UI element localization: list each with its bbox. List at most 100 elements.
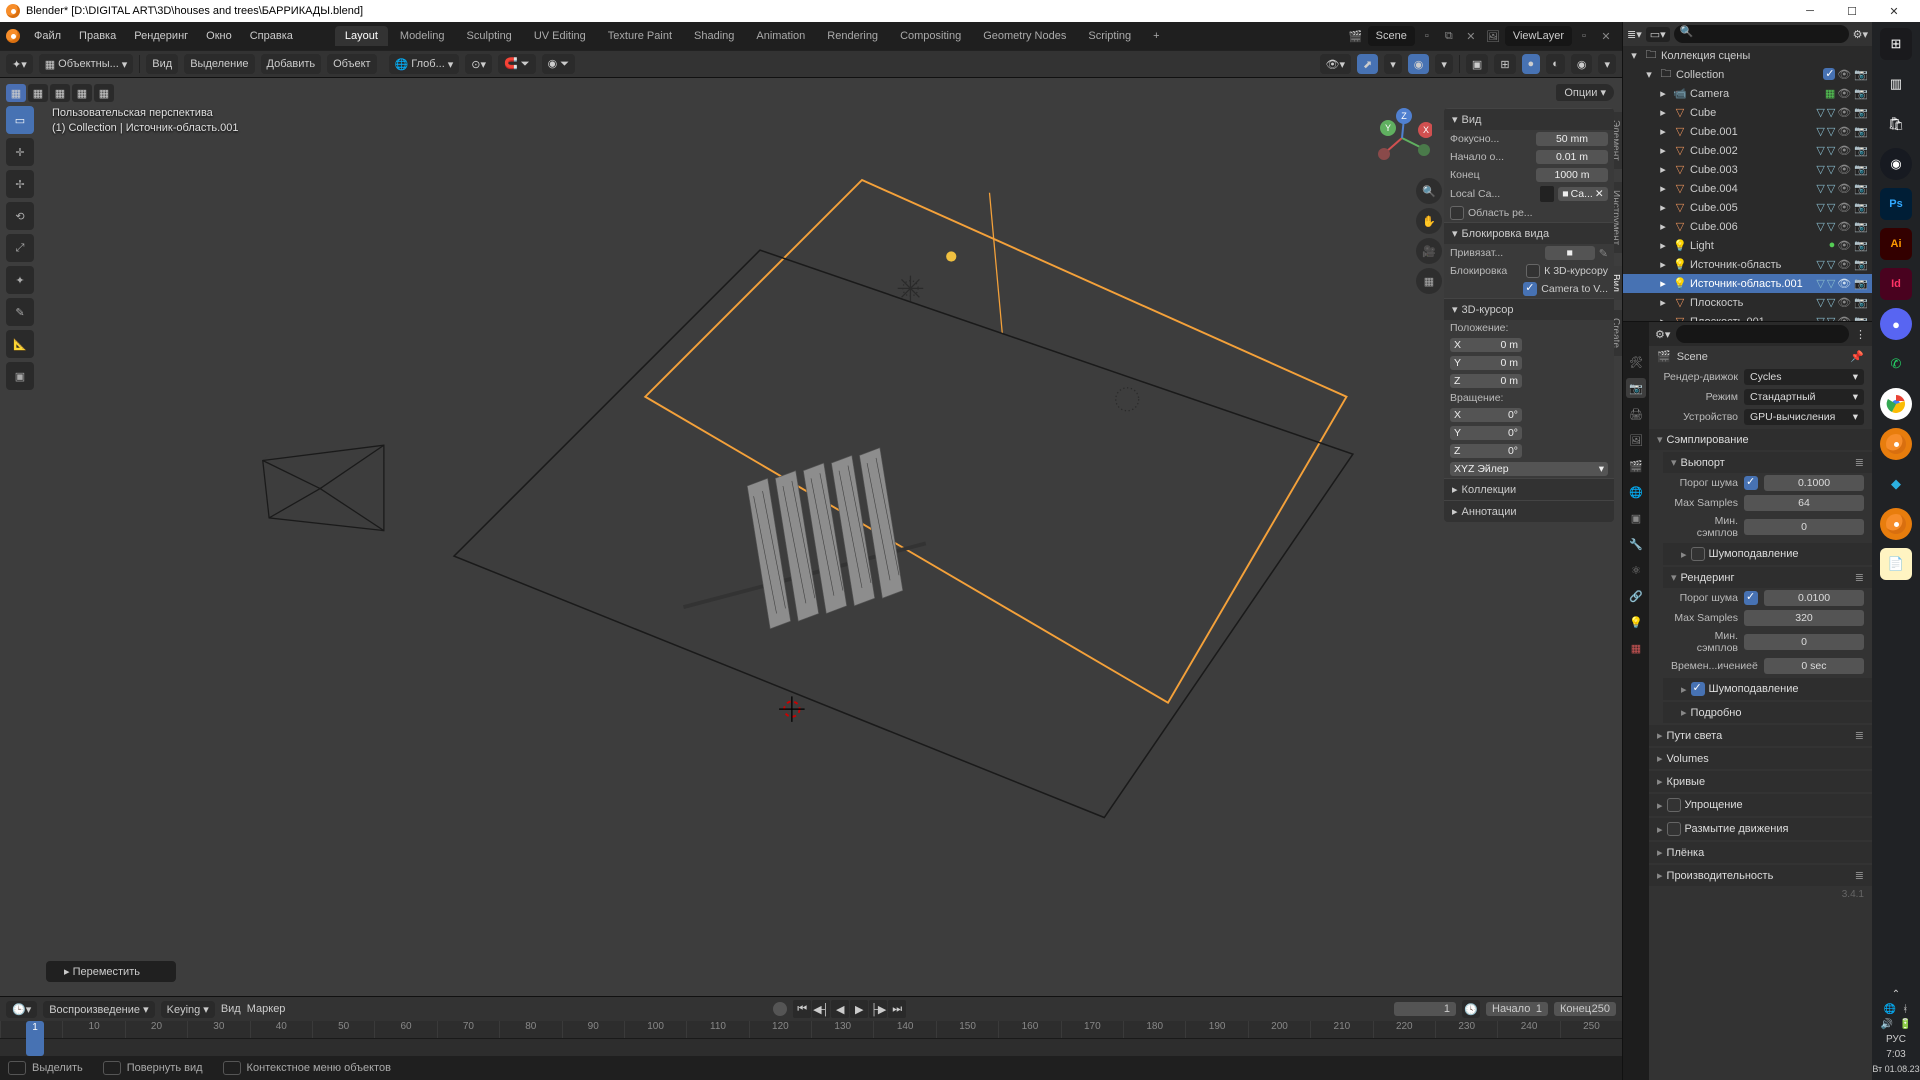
workspace-tab-shading[interactable]: Shading: [684, 26, 744, 46]
scene-browse-icon[interactable]: 🎬: [1346, 26, 1366, 46]
workspace-tab-uv[interactable]: UV Editing: [524, 26, 596, 46]
taskbar-blender2-icon[interactable]: [1880, 508, 1912, 540]
cursor-rotmode-dropdown[interactable]: XYZ Эйлер▾: [1450, 462, 1608, 476]
properties-search[interactable]: [1676, 325, 1849, 343]
render-noise-field[interactable]: 0.0100: [1764, 590, 1864, 606]
pan-button[interactable]: ✋: [1416, 208, 1442, 234]
outliner-item[interactable]: ▸▽Cube.002▽ ▽ 👁 📷: [1623, 141, 1872, 160]
outliner-item[interactable]: ▸▽Cube.004▽ ▽ 👁 📷: [1623, 179, 1872, 198]
properties-options[interactable]: ⋮: [1855, 328, 1866, 341]
navigation-gizmo[interactable]: X Y Z: [1372, 108, 1432, 168]
taskbar-app-icon[interactable]: ◆: [1880, 468, 1912, 500]
prop-tab-object[interactable]: ▣: [1626, 508, 1646, 528]
outliner-scene-collection[interactable]: ▾🗀Коллекция сцены: [1623, 46, 1872, 65]
lock-to-object-field[interactable]: ■: [1545, 246, 1595, 260]
editor-type-dropdown[interactable]: ✦▾: [6, 54, 33, 74]
cursor-rot-x[interactable]: X0°: [1450, 408, 1522, 422]
zoom-button[interactable]: 🔍: [1416, 178, 1442, 204]
taskbar-whatsapp-icon[interactable]: ✆: [1880, 348, 1912, 380]
render-engine-dropdown[interactable]: Cycles▾: [1744, 369, 1864, 385]
taskbar-chrome-icon[interactable]: [1880, 388, 1912, 420]
npanel-3dcursor-header[interactable]: ▾ 3D-курсор: [1444, 298, 1614, 320]
outliner-item[interactable]: ▸💡Источник-область▽ ▽ 👁 📷: [1623, 255, 1872, 274]
cursor-loc-x[interactable]: X0 m: [1450, 338, 1522, 352]
advanced-header[interactable]: ▸Подробно: [1663, 702, 1872, 723]
prop-tab-scene[interactable]: 🎬: [1626, 456, 1646, 476]
render-max-samples-field[interactable]: 320: [1744, 610, 1864, 626]
npanel-view-header[interactable]: ▾ Вид: [1444, 108, 1614, 130]
scene-name-field[interactable]: Scene: [1368, 26, 1415, 46]
scene-delete-icon[interactable]: ✕: [1461, 26, 1481, 46]
prop-tab-physics[interactable]: ⚛: [1626, 560, 1646, 580]
taskbar-steam-icon[interactable]: ◉: [1880, 148, 1912, 180]
curves-header[interactable]: ▸Кривые: [1649, 771, 1872, 792]
end-frame-field[interactable]: Конец250: [1554, 1002, 1616, 1016]
window-minimize-button[interactable]: ─: [1790, 0, 1830, 22]
tray-date[interactable]: Вт 01.08.23: [1872, 1064, 1919, 1074]
tray-volume-icon[interactable]: 🔊: [1881, 1019, 1893, 1030]
outliner-item[interactable]: ▸📹Camera▦ 👁 📷: [1623, 84, 1872, 103]
outliner-collection[interactable]: ▾🗀 Collection 👁 📷: [1623, 65, 1872, 84]
performance-header[interactable]: ▸Производительность≣: [1649, 865, 1872, 886]
viewport-sampling-header[interactable]: ▾Вьюпорт≣: [1663, 452, 1872, 473]
local-cam-toggle[interactable]: [1540, 186, 1554, 202]
timeline-track[interactable]: 1102030405060708090100110120130140150160…: [0, 1021, 1622, 1056]
device-dropdown[interactable]: GPU-вычисления▾: [1744, 409, 1864, 425]
taskbar-store-icon[interactable]: 🛍: [1880, 108, 1912, 140]
vp-denoise-checkbox[interactable]: [1691, 547, 1705, 561]
viewlayer-delete-icon[interactable]: ✕: [1596, 26, 1616, 46]
taskbar-photoshop-icon[interactable]: Ps: [1880, 188, 1912, 220]
taskbar-discord-icon[interactable]: ●: [1880, 308, 1912, 340]
prop-tab-data[interactable]: 💡: [1626, 612, 1646, 632]
taskbar-indesign-icon[interactable]: Id: [1880, 268, 1912, 300]
timeline-marker-menu[interactable]: Маркер: [247, 1003, 286, 1015]
lock-3dcursor-checkbox[interactable]: [1526, 264, 1540, 278]
clip-start-field[interactable]: 0.01 m: [1536, 150, 1608, 164]
outliner-item[interactable]: ▸▽Cube▽ ▽ 👁 📷: [1623, 103, 1872, 122]
shading-dropdown[interactable]: ▾: [1598, 54, 1616, 74]
menu-help[interactable]: Справка: [242, 26, 301, 46]
render-region-checkbox[interactable]: [1450, 206, 1464, 220]
lock-camera-to-view-checkbox[interactable]: [1523, 282, 1537, 296]
header-add-menu[interactable]: Добавить: [261, 54, 322, 74]
prop-tab-modifiers[interactable]: 🔧: [1626, 534, 1646, 554]
prop-tab-output[interactable]: 🖨: [1626, 404, 1646, 424]
vp-noise-field[interactable]: 0.1000: [1764, 475, 1864, 491]
cursor-rot-z[interactable]: Z0°: [1450, 444, 1522, 458]
taskbar-widgets-icon[interactable]: ▥: [1880, 68, 1912, 100]
cursor-loc-z[interactable]: Z0 m: [1450, 374, 1522, 388]
snap-dropdown[interactable]: 🧲 ⏷: [498, 54, 536, 74]
taskbar-illustrator-icon[interactable]: Ai: [1880, 228, 1912, 260]
3d-viewport[interactable]: ▦ ▦ ▦ ▦ ▦ ▭ ✛ ✢ ⟲ ⤢ ✦ ✎ 📐 ▣ Пользователь…: [0, 78, 1622, 996]
perspective-toggle-button[interactable]: ▦: [1416, 268, 1442, 294]
workspace-tab-sculpting[interactable]: Sculpting: [457, 26, 522, 46]
overlay-toggle[interactable]: ◉: [1408, 54, 1430, 74]
properties-editor-type[interactable]: ⚙▾: [1655, 328, 1670, 341]
sampling-panel-header[interactable]: ▾Сэмплирование: [1649, 429, 1872, 450]
orientation-dropdown[interactable]: 🌐 Глоб... ▾: [389, 54, 460, 74]
menu-render[interactable]: Рендеринг: [126, 26, 196, 46]
timeline-editor-type[interactable]: 🕒▾: [6, 1001, 37, 1018]
clip-end-field[interactable]: 1000 m: [1536, 168, 1608, 182]
tray-language[interactable]: РУС: [1886, 1034, 1906, 1045]
tray-bluetooth-icon[interactable]: ᚼ: [1902, 1004, 1908, 1015]
tray-network-icon[interactable]: 🌐: [1884, 1004, 1896, 1015]
xray-toggle[interactable]: ▣: [1466, 54, 1488, 74]
volumes-header[interactable]: ▸Volumes: [1649, 748, 1872, 769]
timeline-view-menu[interactable]: Вид: [221, 1003, 241, 1015]
shading-rendered[interactable]: ◉: [1571, 54, 1593, 74]
window-maximize-button[interactable]: ☐: [1832, 0, 1872, 22]
header-view-menu[interactable]: Вид: [146, 54, 178, 74]
viewlayer-new-icon[interactable]: ▫: [1574, 26, 1594, 46]
cursor-loc-y[interactable]: Y0 m: [1450, 356, 1522, 370]
header-object-menu[interactable]: Объект: [327, 54, 376, 74]
tray-time[interactable]: 7:03: [1886, 1049, 1905, 1060]
gizmo-toggle[interactable]: ⬈: [1357, 54, 1378, 74]
vp-max-samples-field[interactable]: 64: [1744, 495, 1864, 511]
menu-edit[interactable]: Правка: [71, 26, 124, 46]
npanel-collections-header[interactable]: ▸ Коллекции: [1444, 478, 1614, 500]
prop-tab-world[interactable]: 🌐: [1626, 482, 1646, 502]
shading-material[interactable]: ◐: [1546, 54, 1565, 74]
timeline-keying-menu[interactable]: Keying ▾: [161, 1001, 215, 1018]
simplify-header[interactable]: ▸ Упрощение: [1649, 794, 1872, 816]
